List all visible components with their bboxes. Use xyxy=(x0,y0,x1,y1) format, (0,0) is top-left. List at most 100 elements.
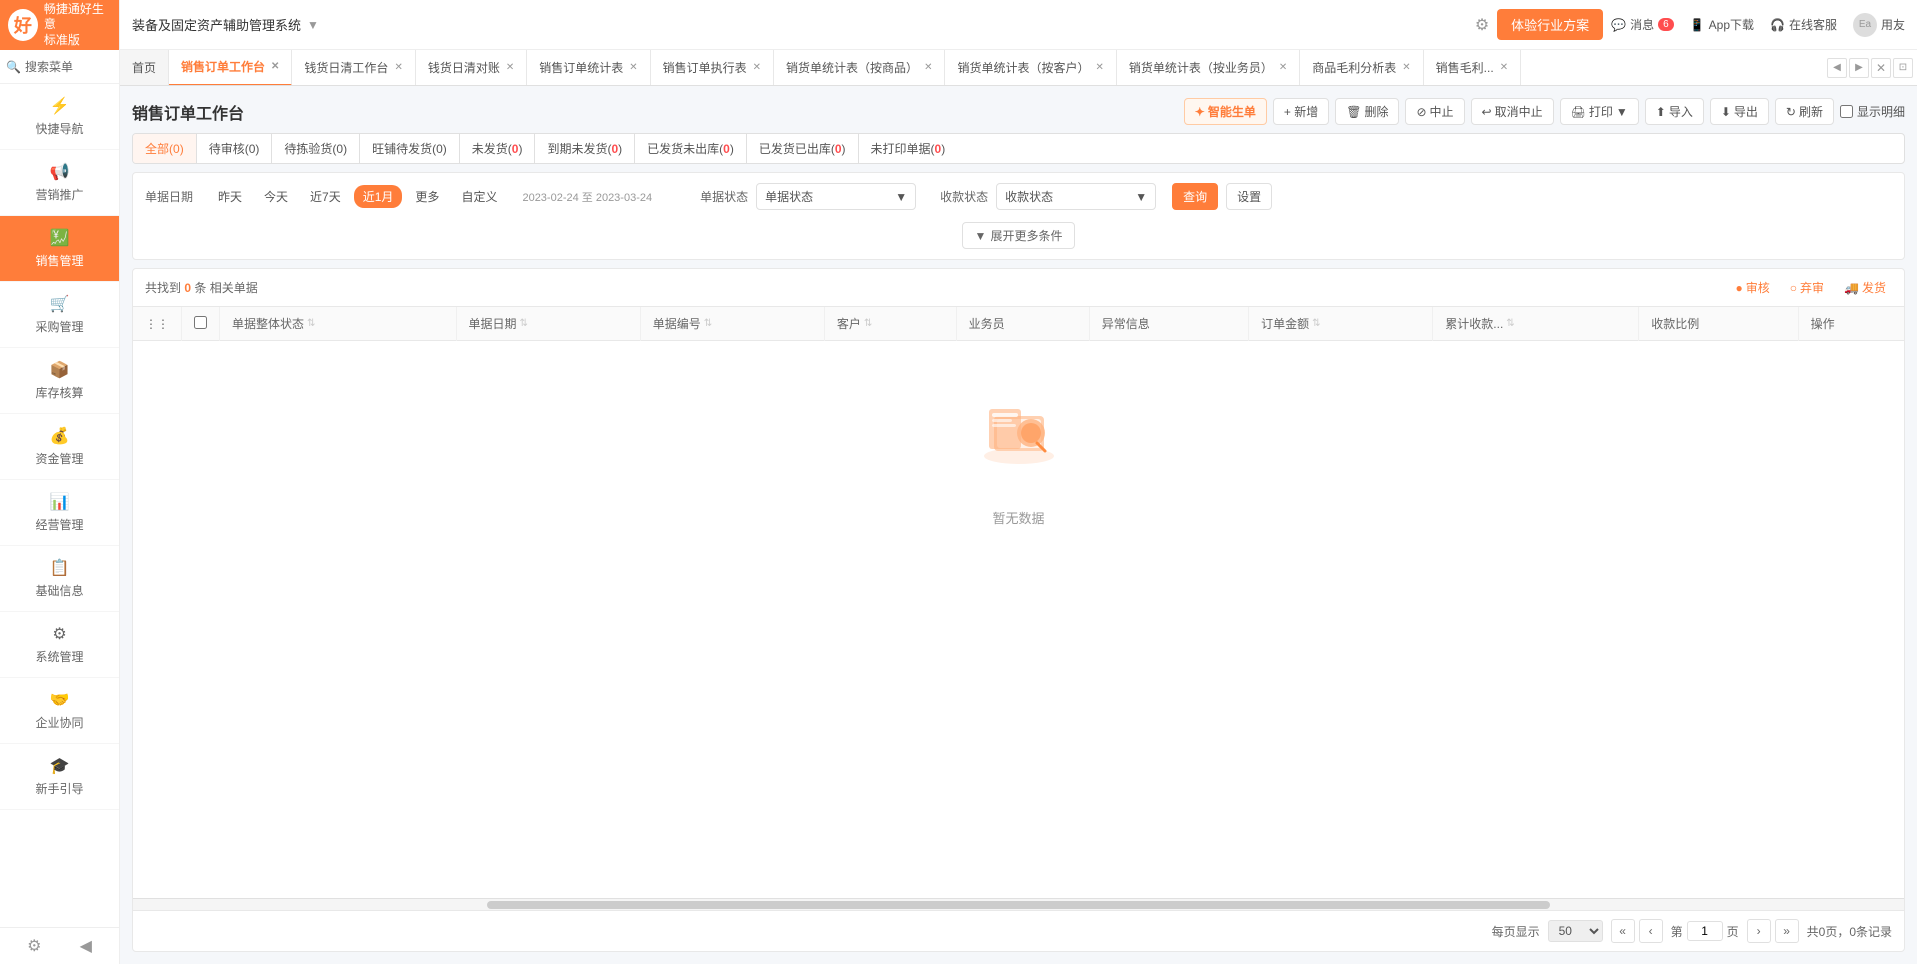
tab-close-sales-order-stats[interactable]: ✕ xyxy=(629,62,637,73)
total-info: 共0页，0条记录 xyxy=(1807,923,1892,940)
date-btn-昨天[interactable]: 昨天 xyxy=(209,185,251,208)
subtab-wangpu-pending[interactable]: 旺铺待发货(0) xyxy=(360,134,460,163)
tab-close-sales-stats-staff[interactable]: ✕ xyxy=(1279,62,1287,73)
tab-sales-order-exec[interactable]: 销售订单执行表✕ xyxy=(651,50,774,86)
subtab-all[interactable]: 全部(0) xyxy=(133,134,197,163)
add-btn[interactable]: + 新增 xyxy=(1273,98,1329,125)
export-btn[interactable]: ⬇ 导出 xyxy=(1710,98,1769,125)
sidebar-item-system[interactable]: ⚙系统管理 xyxy=(0,612,119,678)
th-customer[interactable]: 客户⇅ xyxy=(824,307,956,341)
topbar-right: 💬 消息 6 📱 App下载 🎧 在线客服 Ea 用友 xyxy=(1611,13,1905,37)
query-btn[interactable]: 查询 xyxy=(1172,183,1218,210)
scroll-bar[interactable] xyxy=(133,898,1904,910)
sidebar-item-marketing[interactable]: 📢营销推广 xyxy=(0,150,119,216)
sidebar-item-inventory[interactable]: 📦库存核算 xyxy=(0,348,119,414)
online-service-btn[interactable]: 🎧 在线客服 xyxy=(1770,16,1837,33)
print-btn[interactable]: 🖨 打印 ▼ xyxy=(1560,98,1639,125)
date-btn-更多[interactable]: 更多 xyxy=(406,185,448,208)
next-page-btn[interactable]: › xyxy=(1747,919,1771,943)
tab-sales-more[interactable]: 销售毛利...✕ xyxy=(1424,50,1521,86)
tab-sales-stats-staff[interactable]: 销货单统计表（按业务员）✕ xyxy=(1117,50,1300,86)
tab-sales-stats-customer[interactable]: 销货单统计表（按客户）✕ xyxy=(945,50,1116,86)
th-received[interactable]: 累计收款...⇅ xyxy=(1433,307,1639,341)
sidebar-item-finance[interactable]: 💰资金管理 xyxy=(0,414,119,480)
tab-close-cash-reconcile[interactable]: ✕ xyxy=(506,62,514,73)
tab-close-sales-order-exec[interactable]: ✕ xyxy=(753,62,761,73)
expand-btn[interactable]: ▼ 展开更多条件 xyxy=(962,222,1076,249)
sidebar-item-enterprise[interactable]: 🤝企业协同 xyxy=(0,678,119,744)
settings-icon[interactable]: ⚙ xyxy=(27,936,41,956)
tab-cash-reconcile[interactable]: 钱货日清对账✕ xyxy=(416,50,527,86)
th-date[interactable]: 单据日期⇅ xyxy=(456,307,640,341)
th-status[interactable]: 单据整体状态⇅ xyxy=(220,307,457,341)
date-btn-自定义[interactable]: 自定义 xyxy=(452,185,506,208)
page-size-select[interactable]: 20 50 100 xyxy=(1548,920,1603,942)
status-filter-select[interactable]: 单据状态 ▼ xyxy=(756,183,916,210)
topbar-gear-icon[interactable]: ⚙ xyxy=(1475,15,1489,35)
subtab-pending-check[interactable]: 待拣验货(0) xyxy=(272,134,360,163)
sort-icon-customer: ⇅ xyxy=(864,318,872,329)
first-page-btn[interactable]: « xyxy=(1611,919,1635,943)
scroll-bar-thumb[interactable] xyxy=(487,901,1550,909)
tab-scroll-left[interactable]: ◀ xyxy=(1827,58,1847,78)
th-checkbox[interactable] xyxy=(182,307,220,341)
prev-page-btn[interactable]: ‹ xyxy=(1639,919,1663,943)
subtab-overdue-not-shipped[interactable]: 到期未发货(0) xyxy=(535,134,635,163)
th-number[interactable]: 单据编号⇅ xyxy=(640,307,824,341)
subtab-not-shipped[interactable]: 未发货(0) xyxy=(460,134,536,163)
sidebar-item-operations[interactable]: 📊经营管理 xyxy=(0,480,119,546)
tab-scroll-right[interactable]: ▶ xyxy=(1849,58,1869,78)
tab-close-all[interactable]: ✕ xyxy=(1871,58,1891,78)
tab-close-sales-more[interactable]: ✕ xyxy=(1500,62,1508,73)
subtab-shipped-not-out[interactable]: 已发货未出库(0) xyxy=(635,134,747,163)
refresh-btn[interactable]: ↻ 刷新 xyxy=(1775,98,1834,125)
ai-btn[interactable]: ✦ 智能生单 xyxy=(1184,98,1267,125)
enterprise-icon: 🤝 xyxy=(50,690,70,710)
payment-filter-select[interactable]: 收款状态 ▼ xyxy=(996,183,1156,210)
pause-btn[interactable]: ⊘ 中止 xyxy=(1405,98,1464,125)
experience-btn[interactable]: 体验行业方案 xyxy=(1497,9,1603,40)
tab-close-sales-stats-customer[interactable]: ✕ xyxy=(1095,62,1103,73)
sidebar-item-sales[interactable]: 💹销售管理 xyxy=(0,216,119,282)
date-btn-近7天[interactable]: 近7天 xyxy=(301,185,350,208)
sidebar-item-base-info[interactable]: 📋基础信息 xyxy=(0,546,119,612)
delete-btn[interactable]: 🗑 删除 xyxy=(1335,98,1399,125)
sidebar-item-guide[interactable]: 🎓新手引导 xyxy=(0,744,119,810)
tab-cash-daily[interactable]: 钱货日清工作台✕ xyxy=(292,50,415,86)
tab-maximize[interactable]: ⊡ xyxy=(1893,58,1913,78)
last-page-btn[interactable]: » xyxy=(1775,919,1799,943)
tab-home[interactable]: 首页 xyxy=(120,50,169,86)
show-detail-checkbox[interactable]: 显示明细 xyxy=(1840,103,1905,120)
subtab-pending-review[interactable]: 待审核(0) xyxy=(197,134,273,163)
tab-sales-stats-product[interactable]: 销货单统计表（按商品）✕ xyxy=(774,50,945,86)
page-title: 销售订单工作台 xyxy=(132,100,244,124)
messages-btn[interactable]: 💬 消息 6 xyxy=(1611,16,1674,33)
main-content: 装备及固定资产辅助管理系统 ▼ ⚙ 体验行业方案 💬 消息 6 📱 App下载 … xyxy=(120,0,1917,964)
sidebar-search[interactable]: 🔍 搜索菜单 xyxy=(0,50,119,84)
collapse-icon[interactable]: ◀ xyxy=(80,936,92,956)
subtab-not-printed[interactable]: 未打印单据(0) xyxy=(859,134,958,163)
date-btn-今天[interactable]: 今天 xyxy=(255,185,297,208)
th-amount[interactable]: 订单金额⇅ xyxy=(1249,307,1433,341)
tab-sales-order-stats[interactable]: 销售订单统计表✕ xyxy=(527,50,650,86)
user-menu[interactable]: Ea 用友 xyxy=(1853,13,1905,37)
sidebar-item-purchase[interactable]: 🛒采购管理 xyxy=(0,282,119,348)
audit-btn[interactable]: ● 审核 xyxy=(1730,277,1776,298)
dropdown-arrow-icon: ▼ xyxy=(307,18,319,32)
tab-close-sales-workbench[interactable]: ✕ xyxy=(271,61,279,72)
tab-close-sales-stats-product[interactable]: ✕ xyxy=(924,62,932,73)
settings-filter-btn[interactable]: 设置 xyxy=(1226,183,1272,210)
tab-sales-workbench[interactable]: 销售订单工作台✕ xyxy=(169,50,292,86)
subtab-shipped-out[interactable]: 已发货已出库(0) xyxy=(747,134,859,163)
tab-product-margin[interactable]: 商品毛利分析表✕ xyxy=(1300,50,1423,86)
import-btn[interactable]: ⬆ 导入 xyxy=(1645,98,1704,125)
tab-close-cash-daily[interactable]: ✕ xyxy=(394,62,402,73)
tab-close-product-margin[interactable]: ✕ xyxy=(1402,62,1410,73)
cancel-audit-btn[interactable]: ○ 弃审 xyxy=(1784,277,1830,298)
ship-btn[interactable]: 🚚 发货 xyxy=(1838,277,1892,298)
date-btn-近1月[interactable]: 近1月 xyxy=(354,185,403,208)
page-input[interactable] xyxy=(1687,921,1723,941)
cancel-pause-btn[interactable]: ↩ 取消中止 xyxy=(1471,98,1554,125)
app-download-btn[interactable]: 📱 App下载 xyxy=(1690,16,1754,33)
sidebar-item-quick-nav[interactable]: ⚡快捷导航 xyxy=(0,84,119,150)
